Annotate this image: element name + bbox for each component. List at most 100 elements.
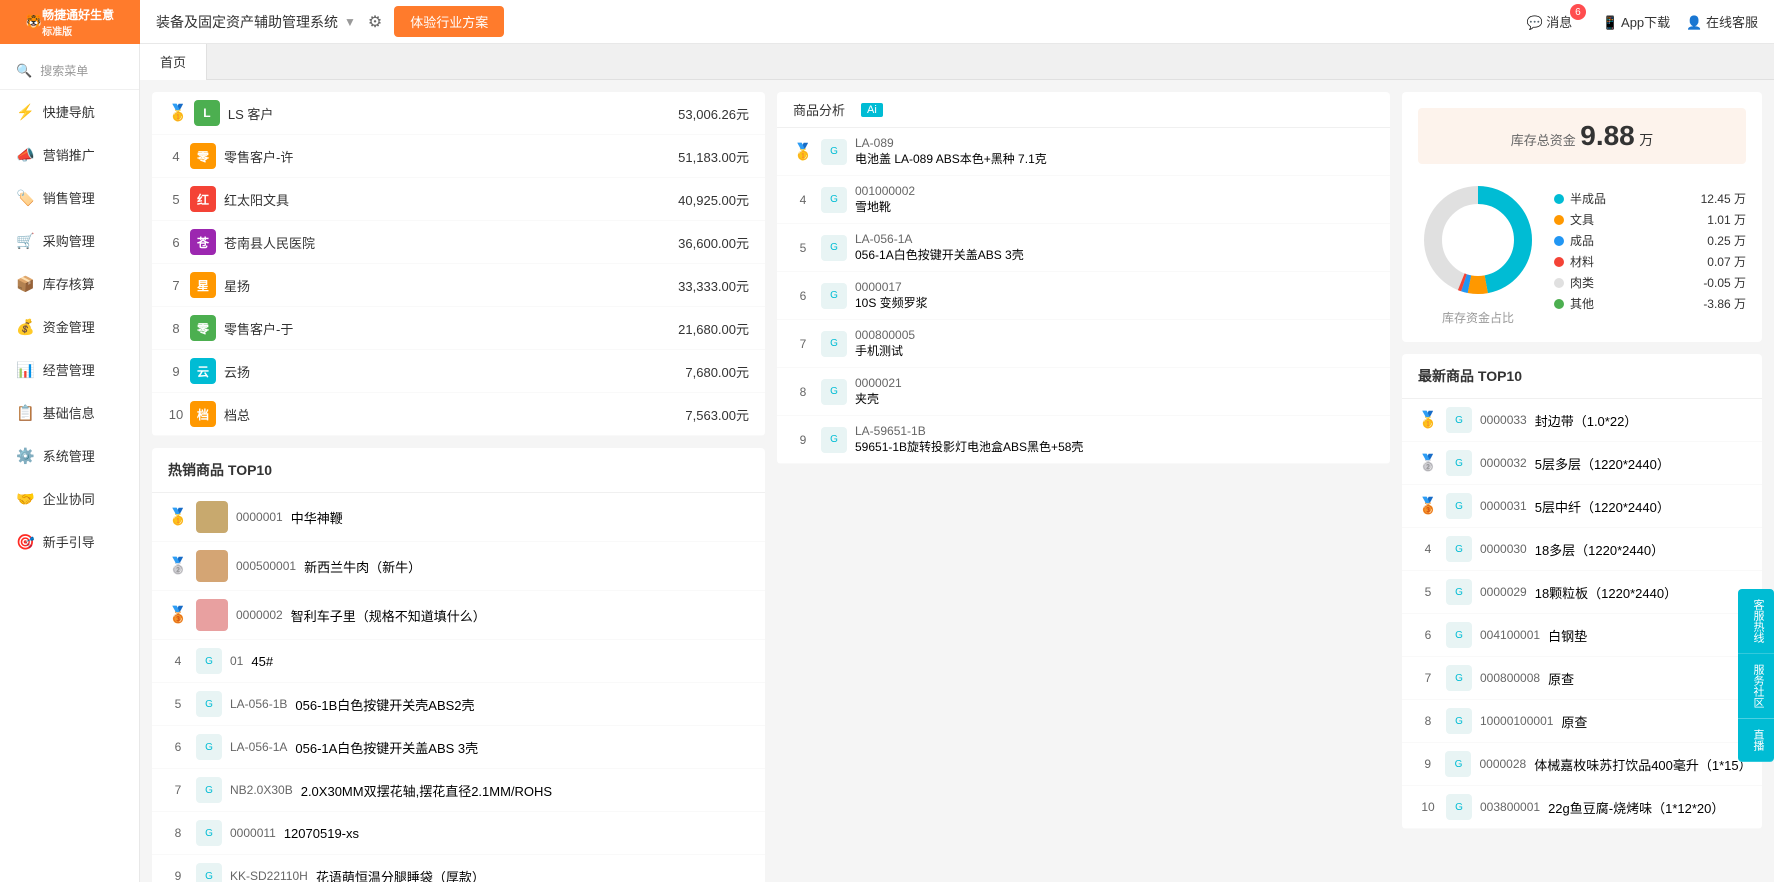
customer-amount-3: 40,925.00元 <box>678 190 749 209</box>
newest-name-9: 体械嘉枚味苏打饮品400毫升（1*15） <box>1534 755 1746 774</box>
hot-code-3: 0000002 <box>236 608 283 622</box>
customer-amount-5: 33,333.00元 <box>678 276 749 295</box>
dropdown-arrow-icon[interactable]: ▼ <box>344 15 356 29</box>
product-sales-list: 🥇 G LA-089 电池盖 LA-089 ABS本色+黑种 7.1克 4 G <box>777 128 1390 464</box>
sidebar-item-operations[interactable]: 📊 经营管理 <box>0 348 139 391</box>
sidebar-item-purchase[interactable]: 🛒 采购管理 <box>0 219 139 262</box>
online-service-btn[interactable]: 👤 在线客服 <box>1686 12 1758 31</box>
basics-icon: 📋 <box>16 404 35 422</box>
newest-code-8: 10000100001 <box>1480 714 1553 728</box>
sales-item-7: 9 G LA-59651-1B 59651-1B旋转投影灯电池盒ABS黑色+58… <box>777 416 1390 464</box>
hot-name-8: 12070519-xs <box>284 826 359 841</box>
customer-name-3: 红太阳文具 <box>224 190 678 209</box>
sales-rank-2: 4 <box>793 193 813 207</box>
app-download-btn[interactable]: 📱 App下载 <box>1602 12 1670 31</box>
page-content: 🥇 L LS 客户 53,006.26元 4 零 零售客户-许 51,183.0… <box>140 80 1774 882</box>
hot-code-6: LA-056-1A <box>230 740 287 754</box>
customer-amount-6: 21,680.00元 <box>678 319 749 338</box>
sidebar-search[interactable]: 🔍 搜索菜单 <box>0 52 139 90</box>
newest-img-5: G <box>1446 579 1472 605</box>
sales-rank-5: 7 <box>793 337 813 351</box>
sales-rank-4: 6 <box>793 289 813 303</box>
inventory-unit: 万 <box>1639 132 1653 148</box>
settings-button[interactable]: ⚙ <box>368 12 382 32</box>
float-btn-service[interactable]: 客服热线 <box>1738 589 1774 654</box>
hot-rank-9: 9 <box>168 869 188 882</box>
newest-item-9: 9 G 0000028 体械嘉枚味苏打饮品400毫升（1*15） <box>1402 743 1762 786</box>
sales-item-3: 5 G LA-056-1A 056-1A白色按键开关盖ABS 3壳 <box>777 224 1390 272</box>
rank-num-4: 6 <box>168 235 184 250</box>
legend-item-4: 材料 0.07 万 <box>1554 253 1746 270</box>
product-sales-card: 商品分析 Ai 🥇 G LA-089 电池盖 LA-089 ABS本色+黑种 7… <box>777 92 1390 464</box>
float-btn-live[interactable]: 直播 <box>1738 719 1774 762</box>
message-badge: 6 <box>1570 4 1586 20</box>
legend-val-3: 0.25 万 <box>1707 232 1746 249</box>
inventory-label: 库存总资金 <box>1511 133 1576 148</box>
legend-dot-3 <box>1554 236 1564 246</box>
legend-val-4: 0.07 万 <box>1707 253 1746 270</box>
newest-item-4: 4 G 0000030 18多层（1220*2440） <box>1402 528 1762 571</box>
sales-item-4: 6 G 0000017 10S 变频罗浆 <box>777 272 1390 320</box>
customer-avatar-7: 云 <box>190 358 216 384</box>
legend-label-6: 其他 <box>1570 295 1697 312</box>
customer-name-5: 星扬 <box>224 276 678 295</box>
content: 首页 🥇 L LS 客户 53,006.2 <box>140 44 1774 882</box>
sales-img-1: G <box>821 139 847 165</box>
rank-medal-1: 🥇 <box>168 103 188 123</box>
hot-code-5: LA-056-1B <box>230 697 287 711</box>
rank-num-3: 5 <box>168 192 184 207</box>
sidebar-item-sales[interactable]: 🏷️ 销售管理 <box>0 176 139 219</box>
hot-name-4: 45# <box>251 654 273 669</box>
legend-val-6: -3.86 万 <box>1703 295 1746 312</box>
newest-code-2: 0000032 <box>1480 456 1527 470</box>
rank-num-5: 7 <box>168 278 184 293</box>
hot-rank-5: 5 <box>168 697 188 711</box>
header-right: 💬 消息 6 📱 App下载 👤 在线客服 <box>1526 12 1758 31</box>
message-btn[interactable]: 💬 消息 6 <box>1526 12 1585 31</box>
newest-item-1: 🥇 G 0000033 封边带（1.0*22） <box>1402 399 1762 442</box>
legend-item-5: 肉类 -0.05 万 <box>1554 274 1746 291</box>
customer-avatar-6: 零 <box>190 315 216 341</box>
system-icon: ⚙️ <box>16 447 35 465</box>
legend-item-2: 文具 1.01 万 <box>1554 211 1746 228</box>
sidebar-item-guide[interactable]: 🎯 新手引导 <box>0 520 139 563</box>
trial-button[interactable]: 体验行业方案 <box>394 6 504 37</box>
legend-dot-2 <box>1554 215 1564 225</box>
sales-medal-1: 🥇 <box>793 142 813 162</box>
newest-img-10: G <box>1446 794 1472 820</box>
legend-dot-1 <box>1554 194 1564 204</box>
hot-product-4: 4 G 01 45# <box>152 640 765 683</box>
legend-item-3: 成品 0.25 万 <box>1554 232 1746 249</box>
sidebar-item-finance[interactable]: 💰 资金管理 <box>0 305 139 348</box>
system-title: 装备及固定资产辅助管理系统 ▼ <box>156 12 356 32</box>
hot-product-img-7: G <box>196 777 222 803</box>
sidebar-item-inventory[interactable]: 📦 库存核算 <box>0 262 139 305</box>
customer-name-6: 零售客户-于 <box>224 319 678 338</box>
sidebar-item-marketing[interactable]: 📣 营销推广 <box>0 133 139 176</box>
newest-products-card: 最新商品 TOP10 🥇 G 0000033 封边带（1.0*22） 🥈 <box>1402 354 1762 829</box>
hot-code-4: 01 <box>230 654 243 668</box>
customer-ranking-card: 🥇 L LS 客户 53,006.26元 4 零 零售客户-许 51,183.0… <box>152 92 765 436</box>
tab-home[interactable]: 首页 <box>140 44 207 80</box>
sidebar-item-collab[interactable]: 🤝 企业协同 <box>0 477 139 520</box>
sidebar-item-system[interactable]: ⚙️ 系统管理 <box>0 434 139 477</box>
chart-legend: 半成品 12.45 万 文具 1.01 万 <box>1554 190 1746 316</box>
customer-rank-list: 🥇 L LS 客户 53,006.26元 4 零 零售客户-许 51,183.0… <box>152 92 765 436</box>
sales-item-1: 🥇 G LA-089 电池盖 LA-089 ABS本色+黑种 7.1克 <box>777 128 1390 176</box>
legend-item-1: 半成品 12.45 万 <box>1554 190 1746 207</box>
sidebar-item-basics[interactable]: 📋 基础信息 <box>0 391 139 434</box>
newest-code-6: 004100001 <box>1480 628 1540 642</box>
hot-code-2: 000500001 <box>236 559 296 573</box>
customer-name-7: 云扬 <box>224 362 685 381</box>
search-label: 搜索菜单 <box>40 62 88 79</box>
newest-rank-7: 7 <box>1418 671 1438 685</box>
newest-img-9: G <box>1445 751 1471 777</box>
rank-num-8: 10 <box>168 407 184 422</box>
sidebar-item-quicknav[interactable]: ⚡ 快捷导航 <box>0 90 139 133</box>
logo-title: 畅捷通好生意 <box>42 6 114 23</box>
float-btn-community[interactable]: 服务社区 <box>1738 654 1774 719</box>
newest-code-5: 0000029 <box>1480 585 1527 599</box>
operations-icon: 📊 <box>16 361 35 379</box>
customer-avatar-3: 红 <box>190 186 216 212</box>
newest-name-5: 18颗粒板（1220*2440） <box>1535 583 1677 602</box>
